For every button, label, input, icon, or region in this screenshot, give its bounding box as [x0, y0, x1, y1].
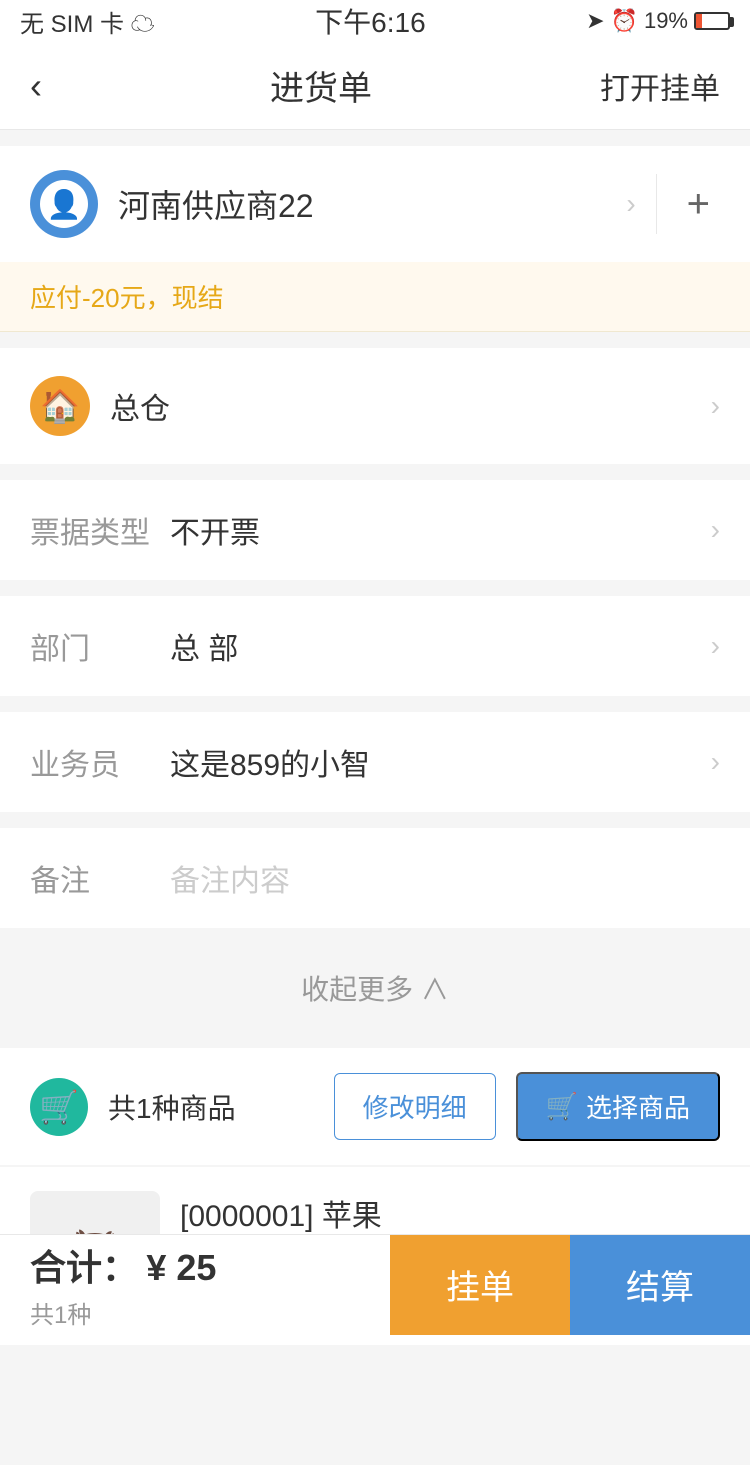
- supplier-chevron-icon: ›: [626, 188, 635, 220]
- remark-input[interactable]: 备注内容: [170, 856, 720, 900]
- alarm-icon: ⏰: [611, 8, 638, 34]
- hang-order-button[interactable]: 挂单: [390, 1235, 570, 1335]
- salesperson-label: 业务员: [30, 740, 150, 784]
- product-title: 苹果: [322, 1200, 382, 1233]
- select-product-button[interactable]: 🛒 选择商品: [516, 1072, 720, 1141]
- department-section: 部门 总 部 ›: [0, 596, 750, 696]
- total-section: 合计： ¥ 25 共1种: [0, 1239, 390, 1330]
- product-name: [0000001] 苹果: [180, 1191, 668, 1235]
- remark-row: 备注 备注内容: [0, 828, 750, 928]
- salesperson-chevron-icon: ›: [711, 746, 720, 778]
- battery-icon: [694, 12, 730, 30]
- select-product-label: 选择商品: [586, 1088, 690, 1125]
- supplier-divider: [656, 174, 657, 234]
- warehouse-row[interactable]: 🏠 总仓 ›: [0, 348, 750, 464]
- supplier-section: 👤 河南供应商22 › + 应付-20元，现结: [0, 146, 750, 332]
- status-left: 无 SIM 卡 ☁: [20, 4, 155, 39]
- invoice-value: 不开票: [170, 508, 701, 552]
- products-count: 共1种商品: [108, 1087, 314, 1127]
- battery-label: 19%: [644, 8, 688, 34]
- checkout-button[interactable]: 结算: [570, 1235, 750, 1335]
- invoice-chevron-icon: ›: [711, 514, 720, 546]
- nav-bar: ‹ 进货单 打开挂单: [0, 42, 750, 130]
- page-title: 进货单: [270, 61, 372, 110]
- open-pending-button[interactable]: 打开挂单: [600, 64, 720, 108]
- total-label: 合计：: [30, 1247, 138, 1288]
- product-code: [0000001]: [180, 1200, 313, 1233]
- sim-label: 无 SIM 卡 ☁: [20, 4, 155, 39]
- status-bar: 无 SIM 卡 ☁ 下午6:16 ➤ ⏰ 19%: [0, 0, 750, 42]
- products-icon: 🛒: [30, 1078, 88, 1136]
- bottom-bar: 合计： ¥ 25 共1种 挂单 结算: [0, 1234, 750, 1334]
- salesperson-section: 业务员 这是859的小智 ›: [0, 712, 750, 812]
- department-row[interactable]: 部门 总 部 ›: [0, 596, 750, 696]
- supplier-row[interactable]: 👤 河南供应商22 › +: [0, 146, 750, 262]
- total-amount-row: 合计： ¥ 25: [30, 1239, 360, 1291]
- department-value: 总 部: [170, 624, 701, 668]
- salesperson-value: 这是859的小智: [170, 740, 701, 784]
- products-header: 🛒 共1种商品 修改明细 🛒 选择商品: [0, 1048, 750, 1165]
- invoice-section: 票据类型 不开票 ›: [0, 480, 750, 580]
- invoice-row[interactable]: 票据类型 不开票 ›: [0, 480, 750, 580]
- supplier-name: 河南供应商22: [118, 181, 616, 227]
- avatar-icon: 👤: [40, 180, 88, 228]
- salesperson-row[interactable]: 业务员 这是859的小智 ›: [0, 712, 750, 812]
- warehouse-name: 总仓: [110, 384, 701, 428]
- modify-detail-button[interactable]: 修改明细: [334, 1073, 496, 1140]
- location-icon: ➤: [586, 8, 604, 34]
- remark-section: 备注 备注内容: [0, 828, 750, 928]
- add-supplier-button[interactable]: +: [677, 182, 720, 227]
- back-button[interactable]: ‹: [30, 65, 42, 107]
- collapse-bar[interactable]: 收起更多 ∧: [0, 944, 750, 1032]
- total-count: 共1种: [30, 1295, 360, 1330]
- warehouse-section: 🏠 总仓 ›: [0, 348, 750, 464]
- invoice-label: 票据类型: [30, 508, 150, 552]
- warehouse-icon: 🏠: [30, 376, 90, 436]
- status-time: 下午6:16: [315, 1, 426, 41]
- select-product-icon: 🛒: [546, 1091, 578, 1122]
- total-amount: ¥ 25: [146, 1247, 216, 1288]
- department-label: 部门: [30, 624, 150, 668]
- supplier-avatar: 👤: [30, 170, 98, 238]
- warehouse-chevron-icon: ›: [711, 390, 720, 422]
- remark-label: 备注: [30, 856, 150, 900]
- department-chevron-icon: ›: [711, 630, 720, 662]
- status-right: ➤ ⏰ 19%: [586, 8, 730, 34]
- notice-bar: 应付-20元，现结: [0, 262, 750, 332]
